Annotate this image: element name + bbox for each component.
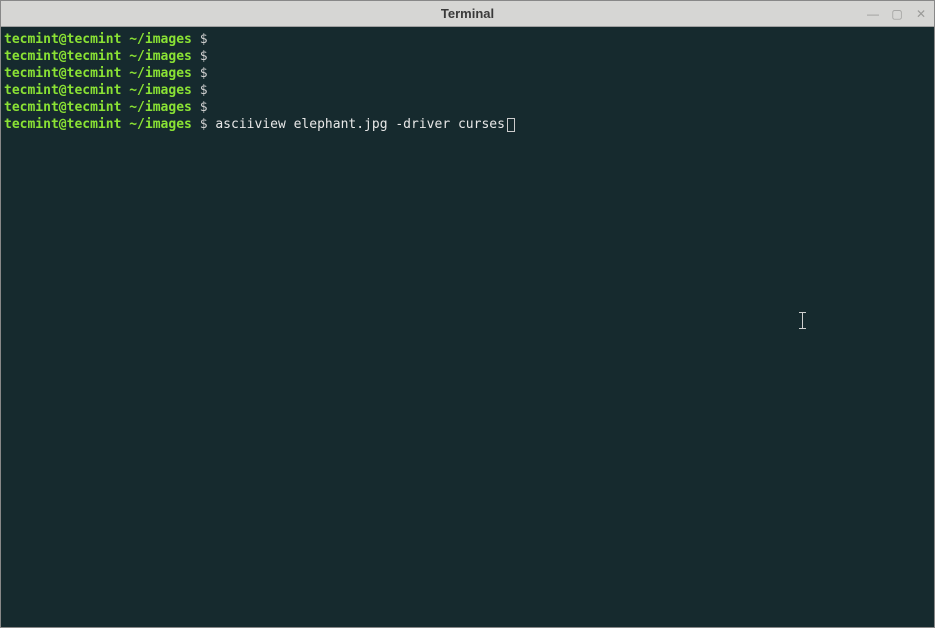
prompt-line: tecmint@tecmint ~/images $ — [4, 82, 931, 99]
terminal-body[interactable]: tecmint@tecmint ~/images $ tecmint@tecmi… — [1, 27, 934, 627]
minimize-button[interactable]: — — [866, 7, 880, 21]
prompt-line: tecmint@tecmint ~/images $ — [4, 31, 931, 48]
prompt-symbol: $ — [200, 117, 208, 132]
terminal-window: Terminal — ▢ ✕ tecmint@tecmint ~/images … — [0, 0, 935, 628]
prompt-user-host: tecmint@tecmint — [4, 83, 121, 98]
command-text: asciiview elephant.jpg -driver curses — [215, 117, 505, 132]
prompt-user-host: tecmint@tecmint — [4, 32, 121, 47]
prompt-symbol: $ — [200, 32, 208, 47]
prompt-user-host: tecmint@tecmint — [4, 49, 121, 64]
prompt-symbol: $ — [200, 100, 208, 115]
prompt-path: ~/images — [129, 49, 192, 64]
window-title: Terminal — [441, 6, 494, 21]
prompt-path: ~/images — [129, 100, 192, 115]
prompt-user-host: tecmint@tecmint — [4, 66, 121, 81]
prompt-symbol: $ — [200, 49, 208, 64]
prompt-line: tecmint@tecmint ~/images $ — [4, 48, 931, 65]
close-button[interactable]: ✕ — [914, 7, 928, 21]
window-controls: — ▢ ✕ — [866, 7, 928, 21]
prompt-path: ~/images — [129, 66, 192, 81]
maximize-button[interactable]: ▢ — [890, 7, 904, 21]
prompt-symbol: $ — [200, 66, 208, 81]
prompt-line: tecmint@tecmint ~/images $ — [4, 65, 931, 82]
prompt-user-host: tecmint@tecmint — [4, 100, 121, 115]
prompt-symbol: $ — [200, 83, 208, 98]
prompt-user-host: tecmint@tecmint — [4, 117, 121, 132]
prompt-path: ~/images — [129, 83, 192, 98]
prompt-line: tecmint@tecmint ~/images $ — [4, 99, 931, 116]
prompt-line: tecmint@tecmint ~/images $ asciiview ele… — [4, 116, 931, 133]
prompt-path: ~/images — [129, 32, 192, 47]
titlebar[interactable]: Terminal — ▢ ✕ — [1, 1, 934, 27]
prompt-path: ~/images — [129, 117, 192, 132]
ibeam-cursor-icon — [799, 313, 806, 328]
cursor-icon — [507, 118, 515, 132]
